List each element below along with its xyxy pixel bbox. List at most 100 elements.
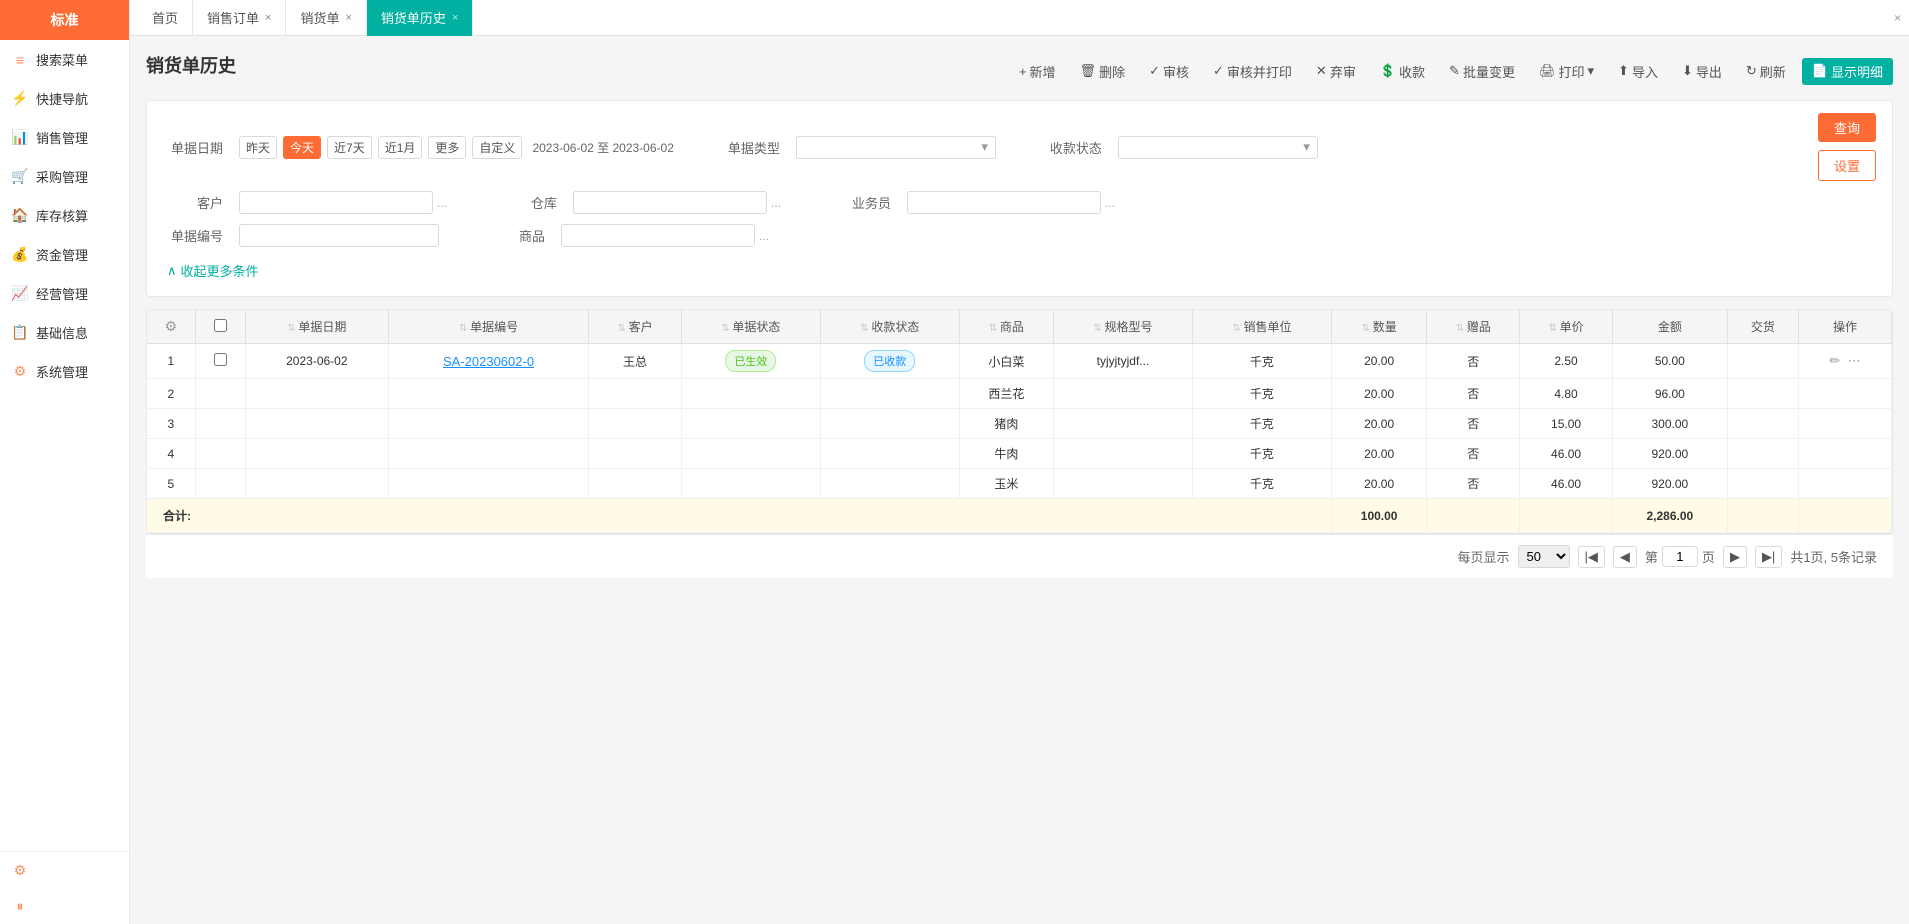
th-checkbox[interactable] bbox=[195, 310, 245, 344]
audit-button[interactable]: ✓ 审核 bbox=[1141, 58, 1197, 85]
warehouse-input[interactable] bbox=[573, 191, 767, 214]
filter-area: 单据日期 昨天 今天 近7天 近1月 更多 自定义 2023-06-02 至 2… bbox=[146, 100, 1893, 297]
refresh-button[interactable]: ↻ 刷新 bbox=[1738, 58, 1794, 85]
first-page-button[interactable]: |◀ bbox=[1578, 546, 1605, 568]
goods-input[interactable] bbox=[561, 224, 755, 247]
th-customer[interactable]: 客户 bbox=[589, 310, 682, 344]
row-collect-status-5 bbox=[820, 469, 959, 499]
row-check-1[interactable] bbox=[195, 344, 245, 379]
doc-type-select[interactable] bbox=[796, 136, 996, 159]
th-goods[interactable]: 商品 bbox=[959, 310, 1053, 344]
gear-icon[interactable]: ⚙ bbox=[165, 318, 178, 334]
row-doc-no-1[interactable]: SA-20230602-0 bbox=[388, 344, 588, 379]
sidebar-item-quick-nav[interactable]: ⚡ 快捷导航 bbox=[0, 79, 129, 118]
summary-total-amount: 2,286.00 bbox=[1612, 499, 1727, 533]
summary-empty3 bbox=[1727, 499, 1798, 533]
select-all-checkbox[interactable] bbox=[214, 319, 227, 332]
row-check-4[interactable] bbox=[195, 439, 245, 469]
show-detail-button[interactable]: 📄 显示明细 bbox=[1802, 58, 1893, 85]
warehouse-ellipsis[interactable]: ... bbox=[767, 196, 785, 210]
batch-change-button[interactable]: ✎ 批量变更 bbox=[1441, 58, 1523, 85]
tab-sales-delivery[interactable]: 销货单 × bbox=[286, 0, 366, 36]
date-btn-yesterday[interactable]: 昨天 bbox=[239, 136, 277, 159]
row-edit-icon-1[interactable]: ✏ bbox=[1829, 353, 1840, 368]
sidebar: 标准 ≡ 搜索菜单 ⚡ 快捷导航 📊 销售管理 🛒 采购管理 🏠 库存核算 💰 … bbox=[0, 0, 130, 924]
sidebar-pause-bottom[interactable]: ⏸ bbox=[0, 888, 129, 924]
export-button[interactable]: ⬇ 导出 bbox=[1674, 58, 1730, 85]
row-more-icon-1[interactable]: ⋯ bbox=[1848, 353, 1861, 368]
import-button[interactable]: ⬆ 导入 bbox=[1610, 58, 1666, 85]
collect-button[interactable]: 💲 收款 bbox=[1372, 58, 1433, 85]
abandon-button[interactable]: ✕ 弃审 bbox=[1308, 58, 1364, 85]
delete-button[interactable]: 🗑 删除 bbox=[1072, 58, 1134, 85]
row-customer-3 bbox=[589, 409, 682, 439]
tab-sales-delivery-close[interactable]: × bbox=[345, 12, 351, 24]
main-content: 首页 销售订单 × 销货单 × 销货单历史 × × 销货单历史 + 新增 bbox=[130, 0, 1909, 924]
th-doc-date[interactable]: 单据日期 bbox=[245, 310, 388, 344]
row-check-3[interactable] bbox=[195, 409, 245, 439]
setup-button[interactable]: 设置 bbox=[1818, 150, 1876, 181]
audit-print-button[interactable]: ✓ 审核并打印 bbox=[1205, 58, 1300, 85]
goods-ellipsis[interactable]: ... bbox=[755, 229, 773, 243]
row-check-2[interactable] bbox=[195, 379, 245, 409]
th-doc-status[interactable]: 单据状态 bbox=[681, 310, 820, 344]
sidebar-item-sales-mgmt[interactable]: 📊 销售管理 bbox=[0, 118, 129, 157]
row-doc-status-1: 已生效 bbox=[681, 344, 820, 379]
row-doc-status-2 bbox=[681, 379, 820, 409]
collapse-button[interactable]: ∧ 收起更多条件 bbox=[163, 257, 1876, 284]
th-doc-no[interactable]: 单据编号 bbox=[388, 310, 588, 344]
sidebar-item-ops-mgmt[interactable]: 📈 经营管理 bbox=[0, 274, 129, 313]
row-spec-1: tyjyjtyjdf... bbox=[1054, 344, 1193, 379]
doc-no-input[interactable] bbox=[239, 224, 439, 247]
sidebar-item-finance-mgmt[interactable]: 💰 资金管理 bbox=[0, 235, 129, 274]
tab-home[interactable]: 首页 bbox=[138, 0, 193, 36]
sidebar-item-search-menu[interactable]: ≡ 搜索菜单 bbox=[0, 40, 129, 79]
date-btn-1month[interactable]: 近1月 bbox=[378, 136, 423, 159]
last-page-button[interactable]: ▶| bbox=[1755, 546, 1782, 568]
query-button[interactable]: 查询 bbox=[1818, 113, 1876, 142]
sidebar-bottom: ⚙ ⏸ bbox=[0, 851, 129, 924]
th-qty[interactable]: 数量 bbox=[1331, 310, 1427, 344]
tab-sales-order[interactable]: 销售订单 × bbox=[193, 0, 286, 36]
pagination-bar: 每页显示 50 100 200 |◀ ◀ 第 页 ▶ ▶| 共1页, 5条记录 bbox=[146, 534, 1893, 578]
next-page-button[interactable]: ▶ bbox=[1723, 546, 1747, 568]
page-number-input[interactable] bbox=[1662, 546, 1698, 567]
sidebar-item-inventory[interactable]: 🏠 库存核算 bbox=[0, 196, 129, 235]
date-btn-custom[interactable]: 自定义 bbox=[472, 136, 522, 159]
sidebar-settings-bottom[interactable]: ⚙ bbox=[0, 852, 129, 888]
customer-input[interactable] bbox=[239, 191, 433, 214]
date-btn-today[interactable]: 今天 bbox=[283, 136, 321, 159]
tab-sales-order-close[interactable]: × bbox=[265, 12, 271, 24]
th-price[interactable]: 单价 bbox=[1520, 310, 1613, 344]
row-num-3: 3 bbox=[147, 409, 195, 439]
print-button[interactable]: 🖨 打印 ▾ bbox=[1531, 58, 1602, 85]
new-button[interactable]: + 新增 bbox=[1011, 58, 1064, 85]
salesperson-ellipsis[interactable]: ... bbox=[1101, 196, 1119, 210]
collect-status-select[interactable] bbox=[1118, 136, 1318, 159]
th-spec[interactable]: 规格型号 bbox=[1054, 310, 1193, 344]
date-btn-more[interactable]: 更多 bbox=[428, 136, 466, 159]
date-btn-7days[interactable]: 近7天 bbox=[327, 136, 372, 159]
th-gear[interactable]: ⚙ bbox=[147, 310, 195, 344]
tabs-end-close[interactable]: × bbox=[1894, 11, 1901, 25]
row-price-1: 2.50 bbox=[1520, 344, 1613, 379]
salesperson-input[interactable] bbox=[907, 191, 1101, 214]
row-gift-1: 否 bbox=[1427, 344, 1520, 379]
customer-ellipsis[interactable]: ... bbox=[433, 196, 451, 210]
doc-no-link-1[interactable]: SA-20230602-0 bbox=[443, 354, 534, 369]
sidebar-item-basic-info[interactable]: 📋 基础信息 bbox=[0, 313, 129, 352]
th-unit[interactable]: 销售单位 bbox=[1192, 310, 1331, 344]
sidebar-item-system-mgmt[interactable]: ⚙ 系统管理 bbox=[0, 352, 129, 391]
th-gift[interactable]: 赠品 bbox=[1427, 310, 1520, 344]
per-page-select[interactable]: 50 100 200 bbox=[1518, 545, 1570, 568]
sidebar-item-purchase-mgmt[interactable]: 🛒 采购管理 bbox=[0, 157, 129, 196]
tab-sales-history-close[interactable]: × bbox=[452, 12, 458, 24]
row-checkbox-1[interactable] bbox=[214, 353, 227, 366]
tab-sales-history[interactable]: 销货单历史 × bbox=[367, 0, 473, 36]
prev-page-button[interactable]: ◀ bbox=[1613, 546, 1637, 568]
row-goods-1: 小白菜 bbox=[959, 344, 1053, 379]
row-check-5[interactable] bbox=[195, 469, 245, 499]
th-collect-status[interactable]: 收款状态 bbox=[820, 310, 959, 344]
sidebar-item-label: 基础信息 bbox=[36, 323, 88, 342]
doc-type-select-wrapper bbox=[796, 136, 996, 159]
